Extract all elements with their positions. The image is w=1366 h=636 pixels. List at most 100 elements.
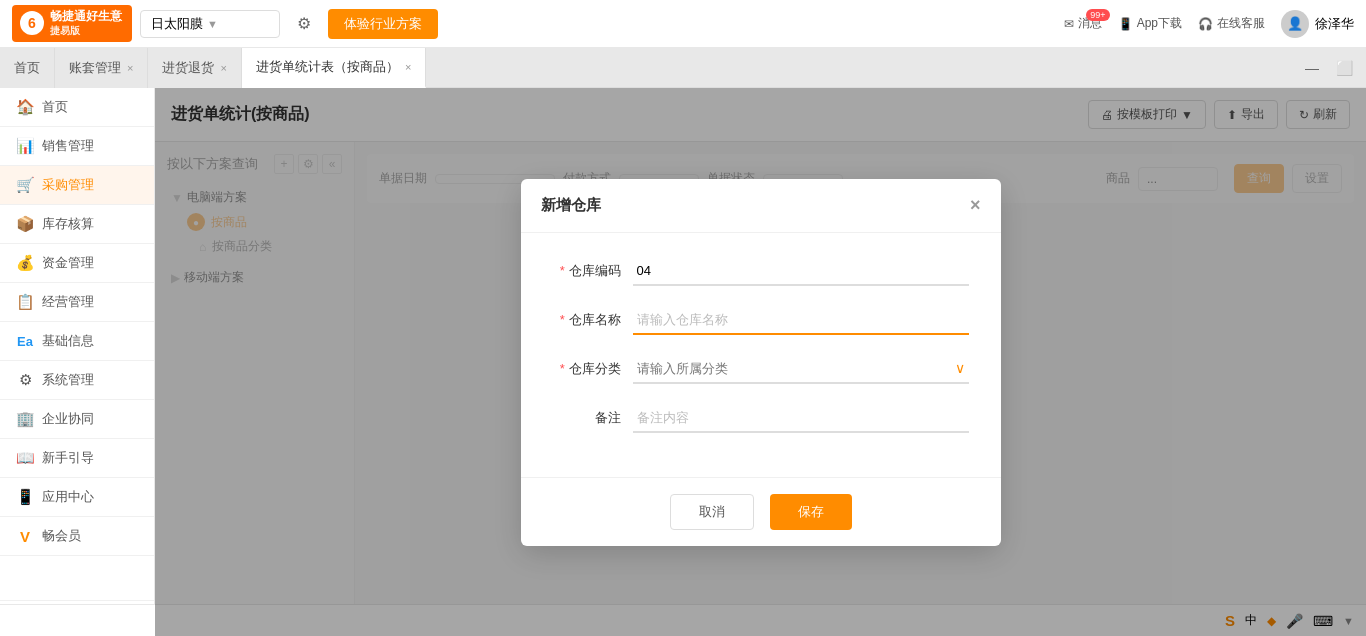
modal-title: 新增仓库 [541,196,601,215]
tab-maximize-button[interactable]: ⬜ [1330,54,1358,82]
warehouse-code-input[interactable] [633,257,969,286]
save-button[interactable]: 保存 [770,494,852,530]
gear-icon: ⚙ [297,14,311,33]
app-download-button[interactable]: 📱 App下载 [1118,15,1182,32]
sidebar-system-label: 系统管理 [42,371,94,389]
sidebar-operations-label: 经营管理 [42,293,94,311]
modal-overlay: 新增仓库 × * 仓库编码 * [155,88,1366,636]
sidebar-basic-info-label: 基础信息 [42,332,94,350]
tab-account-management[interactable]: 账套管理 × [55,48,148,88]
sidebar-apps-label: 应用中心 [42,488,94,506]
tab-account-management-close[interactable]: × [127,62,133,74]
message-badge: 99+ [1086,9,1109,21]
finance-icon: 💰 [16,254,34,272]
guide-icon: 📖 [16,449,34,467]
sidebar-purchase-label: 采购管理 [42,176,94,194]
apps-icon: 📱 [16,488,34,506]
required-star-code: * [560,263,565,278]
required-star-name: * [560,312,565,327]
modal-header: 新增仓库 × [521,179,1001,233]
tab-bar: 首页 账套管理 × 进货退货 × 进货单统计表（按商品） × — ⬜ [0,48,1366,88]
form-row-category: * 仓库分类 ∨ [553,355,969,384]
sidebar-item-home[interactable]: 🏠 首页 [0,88,154,127]
sidebar-item-member[interactable]: V 畅会员 [0,517,154,556]
user-avatar-area[interactable]: 👤 徐泽华 [1281,10,1354,38]
online-service-button[interactable]: 🎧 在线客服 [1198,15,1265,32]
sidebar-item-operations[interactable]: 📋 经营管理 [0,283,154,322]
sidebar: 🏠 首页 📊 销售管理 🛒 采购管理 📦 库存核算 💰 资金管理 📋 经营管理 … [0,88,155,636]
sidebar-item-basic-info[interactable]: Ea 基础信息 [0,322,154,361]
tab-purchase-stats-label: 进货单统计表（按商品） [256,58,399,76]
add-warehouse-modal: 新增仓库 × * 仓库编码 * [521,179,1001,546]
sidebar-item-guide[interactable]: 📖 新手引导 [0,439,154,478]
cancel-button[interactable]: 取消 [670,494,754,530]
tab-purchase-return[interactable]: 进货退货 × [148,48,241,88]
required-star-category: * [560,361,565,376]
basic-info-icon: Ea [16,332,34,350]
sidebar-item-sales[interactable]: 📊 销售管理 [0,127,154,166]
tab-purchase-return-close[interactable]: × [220,62,226,74]
top-header: 6 畅捷通好生意 捷易版 日太阳膜 ▼ ⚙ 体验行业方案 ✉ 消息 99+ 📱 … [0,0,1366,48]
system-icon: ⚙ [16,371,34,389]
message-icon: ✉ [1064,17,1074,31]
sidebar-item-system[interactable]: ⚙ 系统管理 [0,361,154,400]
sidebar-item-inventory[interactable]: 📦 库存核算 [0,205,154,244]
name-label: * 仓库名称 [553,311,633,329]
phone-icon: 📱 [1118,17,1133,31]
sidebar-item-finance[interactable]: 💰 资金管理 [0,244,154,283]
code-label: * 仓库编码 [553,262,633,280]
dropdown-arrow-icon: ▼ [207,18,218,30]
main-layout: 🏠 首页 📊 销售管理 🛒 采购管理 📦 库存核算 💰 资金管理 📋 经营管理 … [0,88,1366,636]
modal-footer: 取消 保存 [521,477,1001,546]
username: 徐泽华 [1315,15,1354,33]
tab-purchase-stats-close[interactable]: × [405,61,411,73]
logo-icon: 6 [20,11,44,35]
sidebar-item-purchase[interactable]: 🛒 采购管理 [0,166,154,205]
sidebar-item-enterprise[interactable]: 🏢 企业协同 [0,400,154,439]
sales-icon: 📊 [16,137,34,155]
tab-home-label: 首页 [14,59,40,77]
logo-sub: 捷易版 [50,24,122,38]
modal-close-button[interactable]: × [970,195,981,216]
tab-purchase-stats[interactable]: 进货单统计表（按商品） × [242,48,426,88]
logo-area: 6 畅捷通好生意 捷易版 [12,5,132,41]
home-icon: 🏠 [16,98,34,116]
header-right: ✉ 消息 99+ 📱 App下载 🎧 在线客服 👤 徐泽华 [1064,10,1354,38]
sidebar-item-apps[interactable]: 📱 应用中心 [0,478,154,517]
tab-account-management-label: 账套管理 [69,59,121,77]
member-icon: V [16,527,34,545]
store-selector[interactable]: 日太阳膜 ▼ [140,10,280,38]
tab-minimize-button[interactable]: — [1298,54,1326,82]
category-label: * 仓库分类 [553,360,633,378]
category-select-input[interactable] [633,355,969,382]
sidebar-enterprise-label: 企业协同 [42,410,94,428]
inventory-icon: 📦 [16,215,34,233]
sidebar-guide-label: 新手引导 [42,449,94,467]
remark-label: 备注 [553,409,633,427]
operations-icon: 📋 [16,293,34,311]
sidebar-sales-label: 销售管理 [42,137,94,155]
avatar: 👤 [1281,10,1309,38]
sidebar-member-label: 畅会员 [42,527,81,545]
tab-actions: — ⬜ [1298,54,1366,82]
online-service-label: 在线客服 [1217,15,1265,32]
tab-home[interactable]: 首页 [0,48,55,88]
tab-purchase-return-label: 进货退货 [162,59,214,77]
warehouse-name-input[interactable] [633,306,969,335]
form-row-remark: 备注 [553,404,969,433]
message-button[interactable]: ✉ 消息 99+ [1064,15,1102,32]
enterprise-icon: 🏢 [16,410,34,428]
store-name: 日太阳膜 [151,15,203,33]
sidebar-home-label: 首页 [42,98,68,116]
trial-button[interactable]: 体验行业方案 [328,9,438,39]
settings-gear-button[interactable]: ⚙ [288,8,320,40]
form-row-name: * 仓库名称 [553,306,969,335]
purchase-icon: 🛒 [16,176,34,194]
remark-input[interactable] [633,404,969,433]
headset-icon: 🎧 [1198,17,1213,31]
logo-title: 畅捷通好生意 [50,9,122,23]
sidebar-finance-label: 资金管理 [42,254,94,272]
app-download-label: App下载 [1137,15,1182,32]
category-select-wrapper: ∨ [633,355,969,384]
modal-body: * 仓库编码 * 仓库名称 [521,233,1001,477]
